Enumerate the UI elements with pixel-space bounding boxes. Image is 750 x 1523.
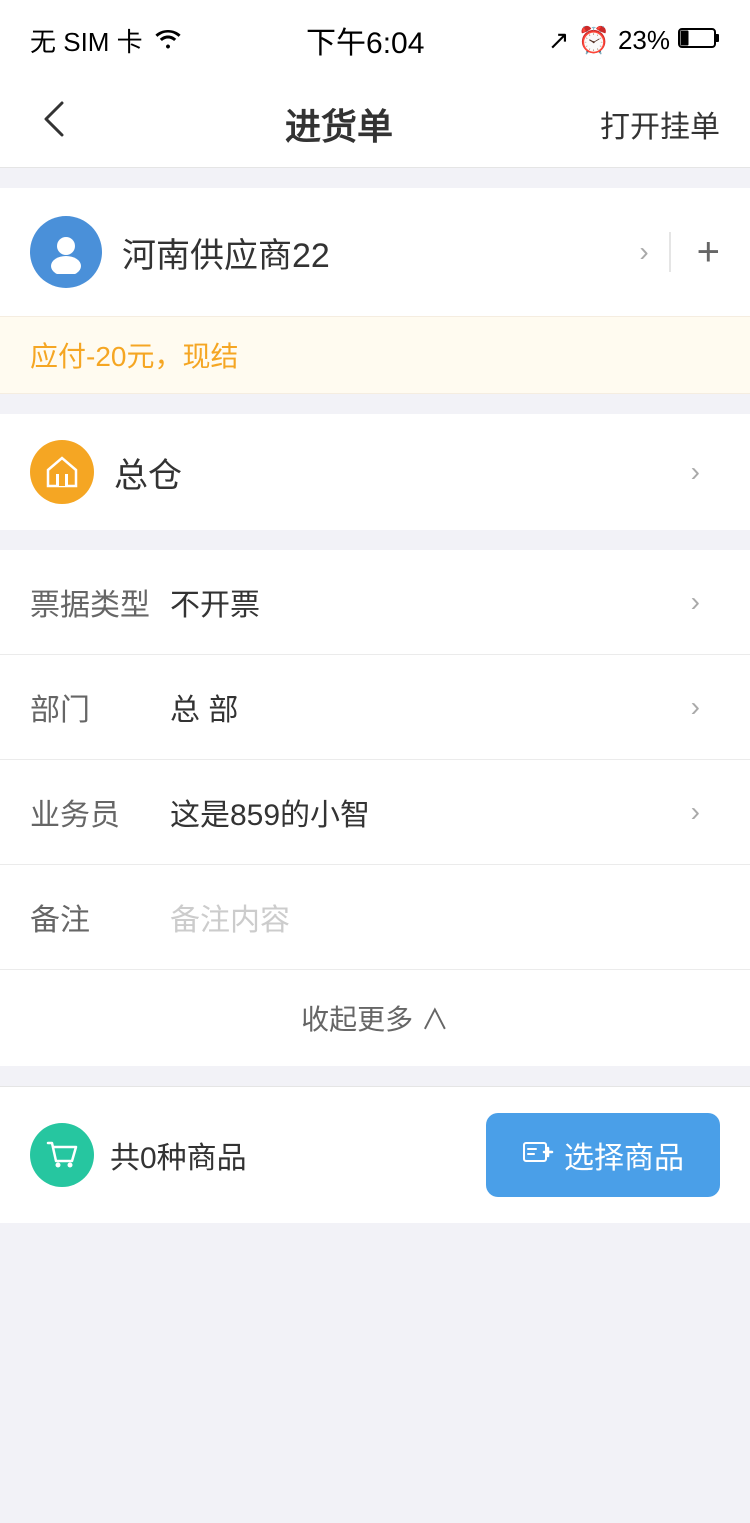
nav-bar: 进货单 打开挂单 [0,80,750,168]
wifi-icon [153,25,183,56]
staff-value: 这是859的小智 [170,790,691,834]
location-icon: ↗ [548,25,570,56]
invoice-value: 不开票 [170,580,691,624]
form-section: 票据类型 不开票 › 部门 总 部 › 业务员 这是859的小智 › 备注 备注… [0,550,750,1066]
dept-label: 部门 [30,685,150,729]
status-right: ↗ ⏰ 23% [548,25,720,56]
invoice-chevron-icon: › [691,586,700,618]
supplier-section: 河南供应商22 › + 应付-20元，现结 [0,188,750,394]
remark-input[interactable]: 备注内容 [170,895,720,939]
notice-bar: 应付-20元，现结 [0,316,750,394]
invoice-label: 票据类型 [30,580,150,624]
supplier-chevron-icon: › [639,236,648,268]
staff-chevron-icon: › [691,796,700,828]
collapse-label: 收起更多 ∧ [301,1004,449,1035]
supplier-divider [669,232,671,272]
notice-text: 应付-20元，现结 [30,341,238,372]
section-gap-4 [0,1066,750,1086]
section-gap-3 [0,530,750,550]
alarm-icon: ⏰ [578,25,610,56]
section-gap-1 [0,168,750,188]
status-time: 下午6:04 [306,18,424,62]
battery-text: 23% [618,25,670,56]
add-button[interactable]: + [697,230,720,275]
dept-value: 总 部 [170,685,691,729]
select-product-label: 选择商品 [564,1133,684,1177]
select-product-button[interactable]: 选择商品 [486,1113,720,1197]
staff-row[interactable]: 业务员 这是859的小智 › [0,759,750,864]
status-bar: 无 SIM 卡 下午6:04 ↗ ⏰ 23% [0,0,750,80]
staff-label: 业务员 [30,790,150,834]
page-title: 进货单 [285,98,393,150]
dept-row[interactable]: 部门 总 部 › [0,654,750,759]
section-gap-2 [0,394,750,414]
remark-label: 备注 [30,895,150,939]
status-left: 无 SIM 卡 [30,22,183,59]
product-count-text: 共0种商品 [110,1133,247,1177]
collapse-button[interactable]: 收起更多 ∧ [0,969,750,1066]
supplier-avatar [30,216,102,288]
supplier-name: 河南供应商22 [122,228,639,277]
warehouse-section: 总仓 › [0,414,750,530]
back-button[interactable] [30,87,78,161]
carrier-text: 无 SIM 卡 [30,22,143,59]
open-pending-button[interactable]: 打开挂单 [600,102,720,146]
remark-row[interactable]: 备注 备注内容 [0,864,750,969]
warehouse-icon [30,440,94,504]
cart-icon [30,1123,94,1187]
battery-icon [678,25,720,56]
dept-chevron-icon: › [691,691,700,723]
warehouse-name: 总仓 [114,448,691,497]
page-rest [0,1223,750,1523]
product-count-wrap: 共0种商品 [30,1123,247,1187]
invoice-row[interactable]: 票据类型 不开票 › [0,550,750,654]
bottom-bar: 共0种商品 选择商品 [0,1086,750,1223]
warehouse-row[interactable]: 总仓 › [0,414,750,530]
warehouse-chevron-icon: › [691,456,700,488]
supplier-row[interactable]: 河南供应商22 › + [0,188,750,316]
